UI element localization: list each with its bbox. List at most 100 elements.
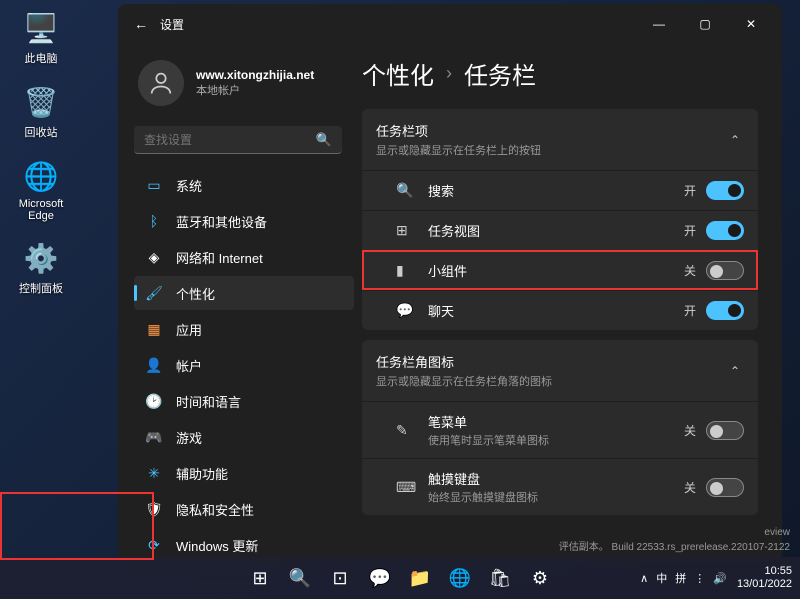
nav-icon: 👤: [146, 357, 162, 373]
back-button[interactable]: ←: [134, 16, 148, 32]
taskbar-item-row-3: 💬 聊天 开: [362, 290, 758, 330]
nav-icon: ▭: [146, 177, 162, 193]
panel-taskbar-items: 任务栏项 显示或隐藏显示在任务栏上的按钮 ⌃ 🔍 搜索 开 ⊞ 任务视图 开 ▮…: [362, 109, 758, 330]
nav-icon: 🕑: [146, 393, 162, 409]
control-panel-icon: ⚙️: [23, 240, 59, 276]
nav-item-7[interactable]: 🎮 游戏: [134, 420, 354, 454]
setting-label: 笔菜单: [428, 412, 684, 431]
nav-item-8[interactable]: ✳ 辅助功能: [134, 456, 354, 490]
setting-label: 搜索: [428, 181, 684, 200]
nav-icon: ⟳: [146, 537, 162, 553]
nav-icon: 🛡: [146, 501, 162, 517]
setting-label: 触摸键盘: [428, 469, 684, 488]
taskbar-app-3[interactable]: 💬: [362, 560, 398, 596]
toggle[interactable]: [706, 261, 744, 280]
search-input[interactable]: [144, 133, 316, 147]
taskbar-app-4[interactable]: 📁: [402, 560, 438, 596]
corner-icon-row-0: ✎ 笔菜单使用笔时显示笔菜单图标 关: [362, 401, 758, 458]
minimize-button[interactable]: —: [636, 8, 682, 40]
breadcrumb-current: 任务栏: [464, 56, 536, 91]
window-title: 设置: [160, 16, 184, 33]
setting-icon: ▮: [396, 262, 412, 279]
nav-item-6[interactable]: 🕑 时间和语言: [134, 384, 354, 418]
nav-icon: ✳: [146, 465, 162, 481]
panel-header-corner-icons[interactable]: 任务栏角图标 显示或隐藏显示在任务栏角落的图标 ⌃: [362, 340, 758, 401]
nav-label: 系统: [176, 176, 202, 195]
panel-header-taskbar-items[interactable]: 任务栏项 显示或隐藏显示在任务栏上的按钮 ⌃: [362, 109, 758, 170]
nav-item-3[interactable]: 🖌 个性化: [134, 276, 354, 310]
taskbar-app-6[interactable]: 🛍: [482, 560, 518, 596]
nav-label: 辅助功能: [176, 464, 228, 483]
toggle[interactable]: [706, 301, 744, 320]
trash-icon: 🗑️: [23, 84, 59, 120]
search-icon: 🔍: [316, 132, 332, 148]
tray-icon-4[interactable]: 🔊: [713, 572, 727, 585]
toggle[interactable]: [706, 221, 744, 240]
toggle[interactable]: [706, 478, 744, 497]
nav-label: 时间和语言: [176, 392, 241, 411]
maximize-button[interactable]: ▢: [682, 8, 728, 40]
taskbar-app-2[interactable]: ⊡: [322, 560, 358, 596]
settings-window: ← 设置 — ▢ ✕ www.xitongzhijia.net 本地帐户 🔍: [118, 4, 782, 562]
nav-label: 隐私和安全性: [176, 500, 254, 519]
search-box[interactable]: 🔍: [134, 126, 342, 154]
sidebar: www.xitongzhijia.net 本地帐户 🔍 ▭ 系统 ᛒ 蓝牙和其他设备 ◈…: [118, 44, 354, 562]
system-tray: ∧ 中拼 ⋮ 🔊 10:55 13/01/2022: [640, 565, 792, 591]
desktop-icon-recycle-bin[interactable]: 🗑️ 回收站: [10, 84, 72, 140]
nav-item-1[interactable]: ᛒ 蓝牙和其他设备: [134, 204, 354, 238]
setting-icon: 🔍: [396, 182, 412, 199]
corner-icon-row-1: ⌨ 触摸键盘始终显示触摸键盘图标 关: [362, 458, 758, 515]
taskbar-app-7[interactable]: ⚙: [522, 560, 558, 596]
edge-icon: 🌐: [23, 158, 59, 194]
nav-label: 个性化: [176, 284, 215, 303]
nav-icon: ◈: [146, 249, 162, 265]
nav-label: 游戏: [176, 428, 202, 447]
desktop-icon-edge[interactable]: 🌐 Microsoft Edge: [10, 158, 72, 222]
profile-name: www.xitongzhijia.net: [196, 68, 314, 82]
nav-label: 应用: [176, 320, 202, 339]
toggle-state: 关: [684, 262, 696, 279]
setting-label: 小组件: [428, 261, 684, 280]
nav-item-5[interactable]: 👤 帐户: [134, 348, 354, 382]
taskbar-app-5[interactable]: 🌐: [442, 560, 478, 596]
clock[interactable]: 10:55 13/01/2022: [737, 565, 792, 591]
taskbar-app-1[interactable]: 🔍: [282, 560, 318, 596]
chevron-up-icon: ⌃: [730, 133, 740, 147]
desktop-icon-this-pc[interactable]: 🖥️ 此电脑: [10, 10, 72, 66]
taskbar-center: ⊞🔍⊡💬📁🌐🛍⚙: [242, 560, 558, 596]
toggle-state: 关: [684, 422, 696, 439]
breadcrumb-parent[interactable]: 个性化: [362, 56, 434, 91]
nav-item-9[interactable]: 🛡 隐私和安全性: [134, 492, 354, 526]
setting-label: 任务视图: [428, 221, 684, 240]
toggle[interactable]: [706, 421, 744, 440]
nav-label: 蓝牙和其他设备: [176, 212, 267, 231]
nav-item-0[interactable]: ▭ 系统: [134, 168, 354, 202]
taskbar-item-row-2: ▮ 小组件 关: [362, 250, 758, 290]
nav-icon: ᛒ: [146, 213, 162, 229]
nav-label: 帐户: [176, 356, 202, 375]
chevron-right-icon: ›: [446, 63, 452, 84]
tray-icon-2[interactable]: 拼: [675, 570, 686, 586]
panel-corner-icons: 任务栏角图标 显示或隐藏显示在任务栏角落的图标 ⌃ ✎ 笔菜单使用笔时显示笔菜单…: [362, 340, 758, 515]
taskbar-item-row-1: ⊞ 任务视图 开: [362, 210, 758, 250]
taskbar-item-row-0: 🔍 搜索 开: [362, 170, 758, 210]
profile-sub: 本地帐户: [196, 82, 314, 98]
tray-icon-3[interactable]: ⋮: [694, 572, 705, 585]
nav-item-4[interactable]: ▦应用: [134, 312, 354, 346]
nav-icon: 🎮: [146, 429, 162, 445]
desktop-icon-control-panel[interactable]: ⚙️ 控制面板: [10, 240, 72, 296]
nav-item-2[interactable]: ◈网络和 Internet: [134, 240, 354, 274]
watermark: eview 评估副本。 Build 22533.rs_prerelease.22…: [559, 527, 790, 553]
desktop-icons: 🖥️ 此电脑 🗑️ 回收站 🌐 Microsoft Edge ⚙️ 控制面板: [10, 10, 72, 296]
taskbar-app-0[interactable]: ⊞: [242, 560, 278, 596]
tray-icon-0[interactable]: ∧: [640, 572, 648, 585]
close-button[interactable]: ✕: [728, 8, 774, 40]
profile[interactable]: www.xitongzhijia.net 本地帐户: [134, 52, 354, 122]
tray-icon-1[interactable]: 中: [656, 570, 667, 586]
toggle-state: 开: [684, 302, 696, 319]
toggle[interactable]: [706, 181, 744, 200]
setting-icon: ✎: [396, 422, 412, 439]
chevron-up-icon: ⌃: [730, 364, 740, 378]
nav-icon: 🖌: [146, 285, 162, 301]
toggle-state: 关: [684, 479, 696, 496]
